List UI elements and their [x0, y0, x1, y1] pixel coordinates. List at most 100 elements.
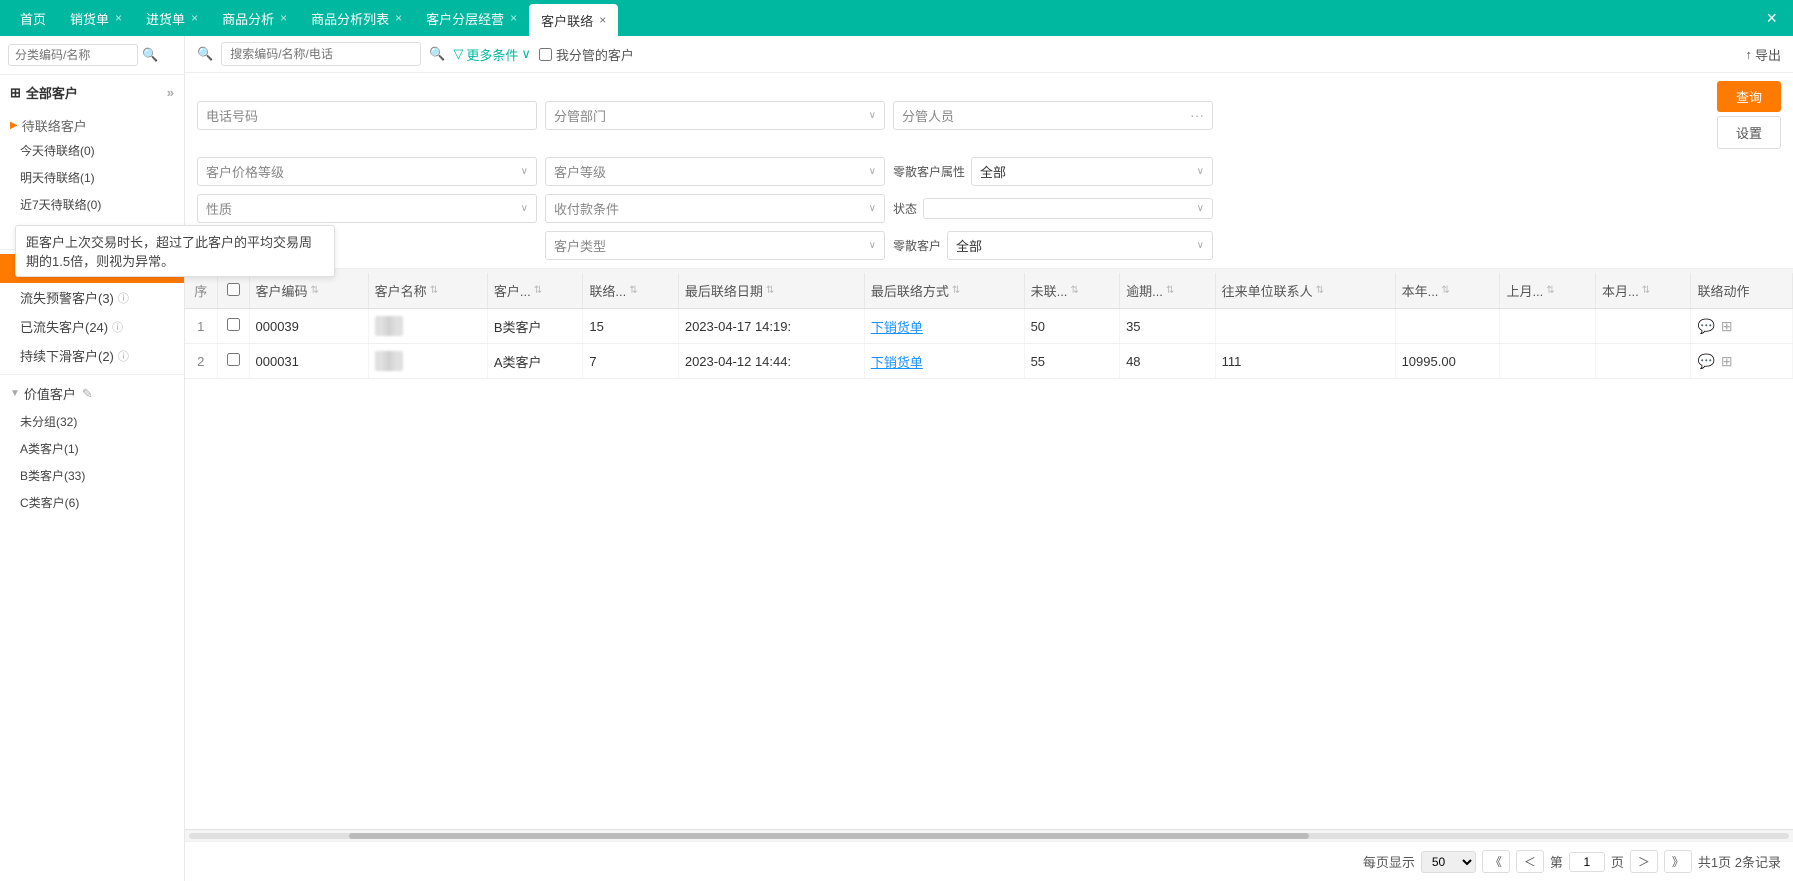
status-field[interactable]: ∨: [923, 198, 1213, 219]
select-all-checkbox[interactable]: [227, 283, 240, 296]
retail-customer-field[interactable]: 全部 ∨: [947, 231, 1213, 260]
first-page-button[interactable]: 《: [1482, 850, 1510, 873]
top-nav: 首页 销货单 × 进货单 × 商品分析 × 商品分析列表 × 客户分层经营 × …: [0, 0, 1793, 36]
sidebar-search-icon[interactable]: 🔍: [142, 47, 158, 63]
price-triangle-icon: ▼: [10, 388, 20, 399]
page-size-select[interactable]: 50 100 200: [1421, 851, 1476, 873]
price-customer-header[interactable]: ▼ 价值客户 ✎: [0, 379, 184, 408]
filter-search-button[interactable]: 🔍: [429, 46, 445, 62]
export-button[interactable]: ↑ 导出: [1745, 45, 1781, 64]
next-page-button[interactable]: ＞: [1630, 850, 1658, 873]
nav-purchase[interactable]: 进货单 ×: [134, 0, 210, 36]
close-product-analysis-icon[interactable]: ×: [280, 11, 287, 25]
scrollbar-track[interactable]: [189, 833, 1789, 839]
sidebar-item-declining[interactable]: 持续下滑客户(2) ⓘ: [0, 341, 184, 370]
info-icon-declining: ⓘ: [118, 348, 129, 364]
cell-last-contact-date-1: 2023-04-17 14:19:: [678, 309, 864, 344]
export-icon: ↑: [1745, 47, 1752, 62]
sidebar-item-today[interactable]: 今天待联络(0): [0, 137, 184, 164]
sort-last-month-icon: ⇅: [1546, 285, 1554, 296]
th-last-contact-date[interactable]: 最后联络日期 ⇅: [678, 273, 864, 309]
cell-last-month-2: [1500, 344, 1596, 379]
cell-this-month-2: [1595, 344, 1691, 379]
close-product-list-icon[interactable]: ×: [395, 11, 402, 25]
cell-checkbox-2[interactable]: [217, 344, 249, 379]
th-contact-person[interactable]: 往来单位联系人 ⇅: [1215, 273, 1395, 309]
table-container[interactable]: 序 客户编码 ⇅ 客户名称: [185, 273, 1793, 829]
close-customer-tier-icon[interactable]: ×: [510, 11, 517, 25]
last-page-button[interactable]: 》: [1664, 850, 1692, 873]
th-name[interactable]: 客户名称 ⇅: [368, 273, 487, 309]
settings-button[interactable]: 设置: [1717, 116, 1781, 149]
th-uncontact[interactable]: 未联... ⇅: [1024, 273, 1120, 309]
prev-page-button[interactable]: ＜: [1516, 850, 1544, 873]
sidebar-item-a-class[interactable]: A类客户(1): [0, 435, 184, 462]
nature-field[interactable]: 性质 ∨: [197, 194, 537, 223]
customer-level-field[interactable]: 客户等级 ∨: [545, 157, 885, 186]
nav-product-list[interactable]: 商品分析列表 ×: [299, 0, 414, 36]
th-this-month[interactable]: 本月... ⇅: [1595, 273, 1691, 309]
triangle-icon: ▶: [10, 120, 18, 131]
row-checkbox-2[interactable]: [227, 353, 240, 366]
retail-customer-label: 零散客户: [893, 237, 941, 254]
phone-number-field[interactable]: 电话号码: [197, 101, 537, 130]
sidebar-item-churned[interactable]: 已流失客户(24) ⓘ: [0, 312, 184, 341]
cell-checkbox-1[interactable]: [217, 309, 249, 344]
sidebar-item-c-class[interactable]: C类客户(6): [0, 489, 184, 516]
th-overdue[interactable]: 逾期... ⇅: [1120, 273, 1216, 309]
scrollbar-thumb[interactable]: [349, 833, 1309, 839]
nav-home[interactable]: 首页: [8, 0, 58, 36]
close-customer-contact-icon[interactable]: ×: [599, 13, 606, 27]
nav-product-analysis[interactable]: 商品分析 ×: [210, 0, 299, 36]
th-checkbox[interactable]: [217, 273, 249, 309]
close-purchase-icon[interactable]: ×: [191, 11, 198, 25]
sidebar-item-b-class[interactable]: B类客户(33): [0, 462, 184, 489]
th-level[interactable]: 客户... ⇅: [487, 273, 583, 309]
chat-icon-2[interactable]: 💬: [1697, 353, 1714, 370]
sidebar-item-ungroup[interactable]: 未分组(32): [0, 408, 184, 435]
filter-row-4: ··· 客户类型 ∨ 零散客户 全部 ∨: [197, 231, 1781, 260]
filter-search-input[interactable]: [221, 42, 421, 66]
all-customers-header[interactable]: ⊞ 全部客户 »: [0, 75, 184, 110]
cell-uncontact-1: 50: [1024, 309, 1120, 344]
price-level-field[interactable]: 客户价格等级 ∨: [197, 157, 537, 186]
th-contact-count[interactable]: 联络... ⇅: [583, 273, 679, 309]
department-field[interactable]: 分管部门 ∨: [545, 101, 885, 130]
chat-icon-1[interactable]: 💬: [1697, 318, 1714, 335]
my-customers-checkbox-label[interactable]: 我分管的客户: [539, 45, 634, 64]
cell-overdue-1: 35: [1120, 309, 1216, 344]
sidebar-item-7days[interactable]: 近7天待联络(0): [0, 191, 184, 218]
payment-terms-field[interactable]: 收付款条件 ∨: [545, 194, 885, 223]
customer-type-field[interactable]: 客户类型 ∨: [545, 231, 885, 260]
close-sales-icon[interactable]: ×: [115, 11, 122, 25]
edit-price-customer-icon[interactable]: ✎: [82, 386, 93, 402]
manager-dots-icon[interactable]: ···: [1190, 107, 1204, 123]
cell-last-contact-method-2[interactable]: 下销货单: [864, 344, 1024, 379]
sidebar-item-tomorrow[interactable]: 明天待联络(1): [0, 164, 184, 191]
sidebar-item-churn-warning[interactable]: 流失预警客户(3) ⓘ: [0, 283, 184, 312]
horizontal-scrollbar[interactable]: [185, 829, 1793, 841]
th-last-contact-method[interactable]: 最后联络方式 ⇅: [864, 273, 1024, 309]
query-button[interactable]: 查询: [1717, 81, 1781, 112]
nav-customer-tier[interactable]: 客户分层经营 ×: [414, 0, 529, 36]
total-records-label: 共1页 2条记录: [1698, 852, 1781, 871]
row-checkbox-1[interactable]: [227, 318, 240, 331]
cell-index-1: 1: [185, 309, 217, 344]
nav-customer-contact[interactable]: 客户联络 ×: [529, 4, 618, 36]
sidebar-search-input[interactable]: [8, 44, 138, 66]
close-all-tabs-button[interactable]: ×: [1758, 8, 1785, 29]
grid-action-icon-2[interactable]: ⊞: [1721, 353, 1733, 370]
nav-sales[interactable]: 销货单 ×: [58, 0, 134, 36]
my-customers-checkbox[interactable]: [539, 48, 552, 61]
manager-field[interactable]: 分管人员 ···: [893, 101, 1213, 130]
more-conditions-button[interactable]: ▽ 更多条件 ∨: [453, 45, 531, 64]
filter-actions: 查询 设置: [1717, 81, 1781, 149]
cell-last-contact-method-1[interactable]: 下销货单: [864, 309, 1024, 344]
collapse-sidebar-icon[interactable]: »: [167, 85, 174, 100]
th-code[interactable]: 客户编码 ⇅: [249, 273, 368, 309]
retail-attr-field[interactable]: 全部 ∨: [971, 157, 1213, 186]
th-this-year[interactable]: 本年... ⇅: [1395, 273, 1500, 309]
th-last-month[interactable]: 上月... ⇅: [1500, 273, 1596, 309]
page-number-input[interactable]: [1569, 852, 1605, 872]
grid-action-icon-1[interactable]: ⊞: [1721, 318, 1733, 335]
